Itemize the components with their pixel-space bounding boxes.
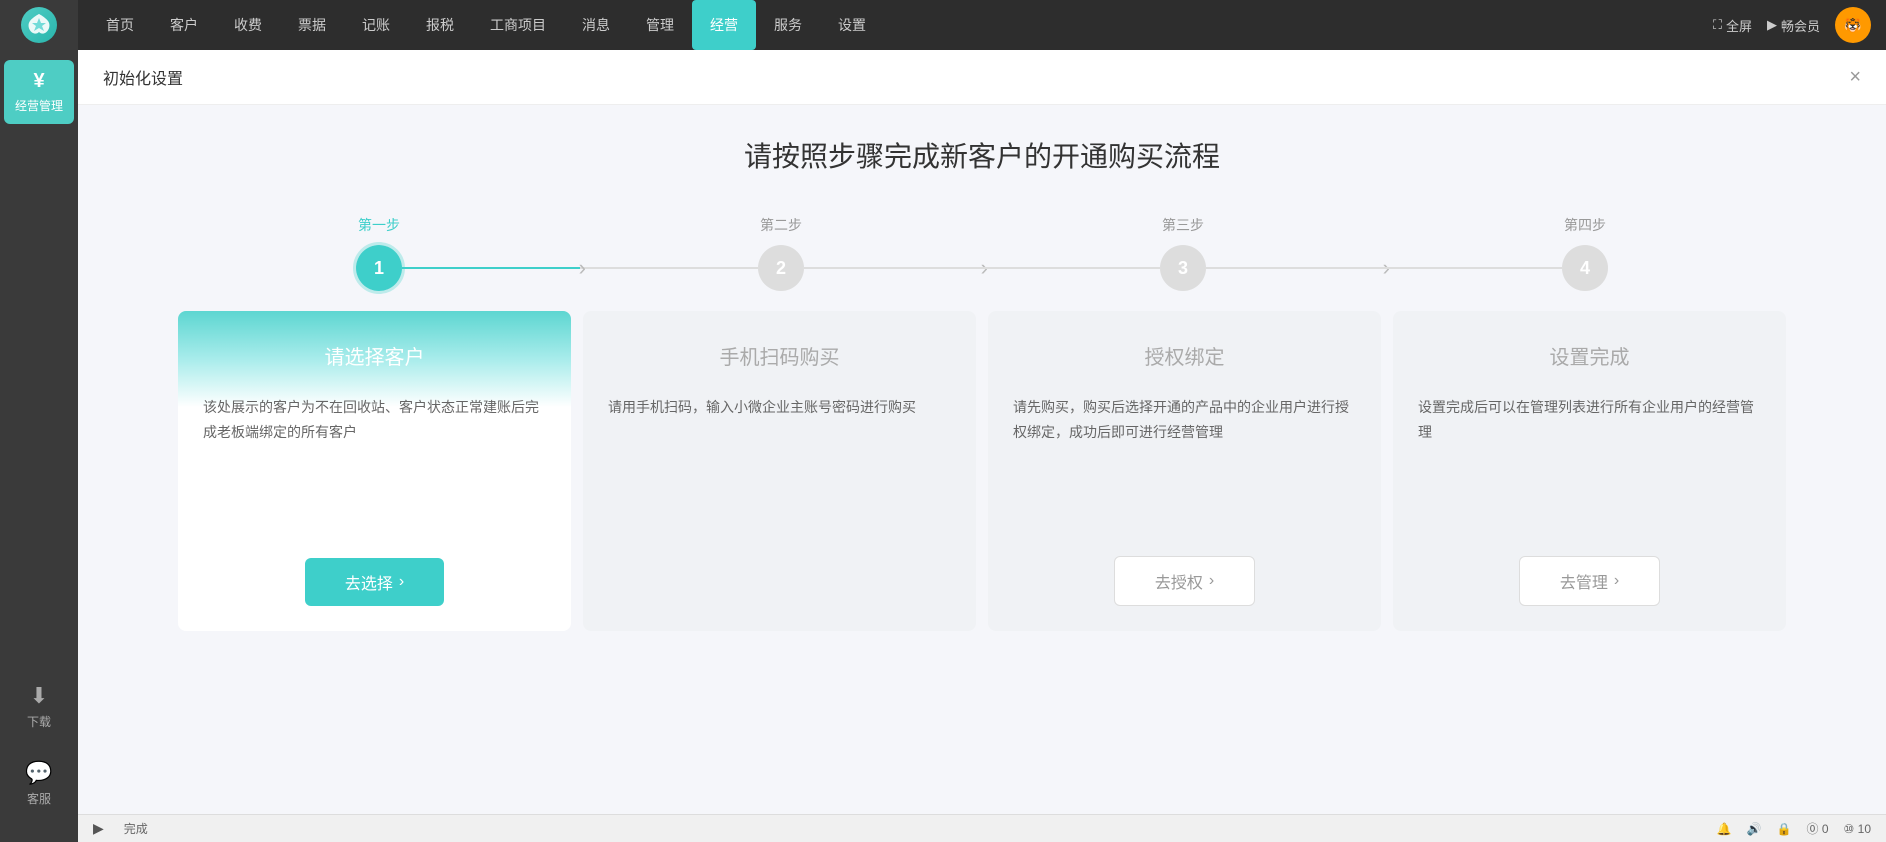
top-nav: 首页 客户 收费 票据 记账 报税 工商项目 消息 管理 经营 服务 设置 ⛶ … bbox=[0, 0, 1886, 50]
nav-message[interactable]: 消息 bbox=[564, 0, 628, 50]
nav-items: 首页 客户 收费 票据 记账 报税 工商项目 消息 管理 经营 服务 设置 bbox=[78, 0, 1713, 50]
nav-customer[interactable]: 客户 bbox=[152, 0, 216, 50]
step-header-2: 第二步 2 › bbox=[580, 215, 982, 291]
sidebar-item-support[interactable]: 💬 客服 bbox=[4, 750, 74, 817]
card-footer-4: 去管理 › bbox=[1418, 556, 1761, 606]
go-manage-label: 去管理 bbox=[1560, 569, 1608, 593]
card-footer-1: 去选择 › bbox=[203, 558, 546, 606]
card-desc-2: 请用手机扫码，输入小微企业主账号密码进行购买 bbox=[608, 395, 951, 606]
card-desc-1: 该处展示的客户为不在回收站、客户状态正常建账后完成老板端绑定的所有客户 bbox=[203, 395, 546, 538]
fullscreen-label: 全屏 bbox=[1726, 16, 1752, 35]
yen-icon: ¥ bbox=[33, 70, 44, 93]
status-bar: ▶ 完成 🔔 🔊 🔒 ⓪ 0 ⑩ 10 bbox=[78, 814, 1886, 842]
support-label: 客服 bbox=[27, 790, 51, 807]
vip-label: 畅会员 bbox=[1781, 16, 1820, 35]
sidebar-item-download[interactable]: ⬇ 下载 bbox=[4, 673, 74, 740]
step-label-4: 第四步 bbox=[1564, 215, 1606, 235]
page-header: 初始化设置 × bbox=[78, 50, 1886, 105]
card-desc-4: 设置完成后可以在管理列表进行所有企业用户的经营管理 bbox=[1418, 395, 1761, 536]
vip-icon: ▶ bbox=[1767, 17, 1777, 33]
card-title-2: 手机扫码购买 bbox=[608, 341, 951, 370]
go-select-label: 去选择 bbox=[345, 570, 393, 594]
nav-home[interactable]: 首页 bbox=[88, 0, 152, 50]
page-title: 初始化设置 bbox=[103, 65, 183, 89]
step-card-2: 手机扫码购买 请用手机扫码，输入小微企业主账号密码进行购买 bbox=[583, 311, 976, 631]
go-manage-arrow: › bbox=[1614, 572, 1619, 590]
step-card-3: 授权绑定 请先购买，购买后选择开通的产品中的企业用户进行授权绑定，成功后即可进行… bbox=[988, 311, 1381, 631]
fullscreen-icon: ⛶ bbox=[1713, 17, 1722, 33]
logo-icon bbox=[21, 7, 57, 43]
nav-ticket[interactable]: 票据 bbox=[280, 0, 344, 50]
status-text: 完成 bbox=[124, 820, 148, 837]
nav-settings[interactable]: 设置 bbox=[820, 0, 884, 50]
step-header-1: 第一步 1 › bbox=[178, 215, 580, 291]
download-icon: ⬇ bbox=[30, 683, 48, 709]
nav-manage[interactable]: 管理 bbox=[628, 0, 692, 50]
nav-account[interactable]: 记账 bbox=[344, 0, 408, 50]
lock-icon: 🔒 bbox=[1777, 822, 1792, 836]
sidebar-item-operation[interactable]: ¥ 经营管理 bbox=[4, 60, 74, 124]
steps-header: 第一步 1 › 第二步 bbox=[118, 215, 1846, 291]
card-title-3: 授权绑定 bbox=[1013, 341, 1356, 370]
go-manage-button[interactable]: 去管理 › bbox=[1519, 556, 1660, 606]
nav-service[interactable]: 服务 bbox=[756, 0, 820, 50]
step-num-3: 3 bbox=[1178, 258, 1188, 279]
counter-ten: ⑩ 10 bbox=[1844, 822, 1871, 836]
close-button[interactable]: × bbox=[1849, 67, 1861, 87]
download-label: 下载 bbox=[27, 713, 51, 730]
step-label-1: 第一步 bbox=[358, 215, 400, 235]
go-authorize-arrow: › bbox=[1209, 572, 1214, 590]
step-num-4: 4 bbox=[1580, 258, 1590, 279]
cards-row: 请选择客户 该处展示的客户为不在回收站、客户状态正常建账后完成老板端绑定的所有客… bbox=[118, 311, 1846, 631]
card-title-1: 请选择客户 bbox=[203, 341, 546, 370]
wizard-container: 请按照步骤完成新客户的开通购买流程 第一步 1 › bbox=[78, 105, 1886, 814]
wizard-title: 请按照步骤完成新客户的开通购买流程 bbox=[118, 135, 1846, 175]
nav-operation[interactable]: 经营 bbox=[692, 0, 756, 50]
go-select-arrow: › bbox=[399, 573, 404, 591]
support-icon: 💬 bbox=[25, 760, 52, 786]
go-select-button[interactable]: 去选择 › bbox=[305, 558, 444, 606]
avatar[interactable]: 🐯 bbox=[1835, 7, 1871, 43]
sidebar-label-operation: 经营管理 bbox=[15, 97, 63, 114]
card-desc-3: 请先购买，购买后选择开通的产品中的企业用户进行授权绑定，成功后即可进行经营管理 bbox=[1013, 395, 1356, 536]
step-header-4: 第四步 4 bbox=[1384, 215, 1786, 291]
fullscreen-btn[interactable]: ⛶ 全屏 bbox=[1713, 16, 1752, 35]
main-layout: ¥ 经营管理 ⬇ 下载 💬 客服 初始化设置 × 请按照步骤完成新客户的开通购买… bbox=[0, 50, 1886, 842]
avatar-icon: 🐯 bbox=[1844, 17, 1861, 34]
play-icon: ▶ bbox=[93, 820, 104, 837]
nav-tax[interactable]: 报税 bbox=[408, 0, 472, 50]
go-authorize-label: 去授权 bbox=[1155, 569, 1203, 593]
nav-fee[interactable]: 收费 bbox=[216, 0, 280, 50]
go-authorize-button[interactable]: 去授权 › bbox=[1114, 556, 1255, 606]
sidebar-bottom: ⬇ 下载 💬 客服 bbox=[4, 673, 74, 842]
logo-area bbox=[0, 0, 78, 50]
counter-zero: ⓪ 0 bbox=[1807, 820, 1829, 837]
notification-icon: 🔔 bbox=[1717, 822, 1732, 836]
vip-btn[interactable]: ▶ 畅会员 bbox=[1767, 16, 1820, 35]
sidebar: ¥ 经营管理 ⬇ 下载 💬 客服 bbox=[0, 50, 78, 842]
step-card-1: 请选择客户 该处展示的客户为不在回收站、客户状态正常建账后完成老板端绑定的所有客… bbox=[178, 311, 571, 631]
step-label-2: 第二步 bbox=[760, 215, 802, 235]
card-title-4: 设置完成 bbox=[1418, 341, 1761, 370]
step-card-4: 设置完成 设置完成后可以在管理列表进行所有企业用户的经营管理 去管理 › bbox=[1393, 311, 1786, 631]
volume-icon: 🔊 bbox=[1747, 822, 1762, 836]
step-header-3: 第三步 3 › bbox=[982, 215, 1384, 291]
nav-business[interactable]: 工商项目 bbox=[472, 0, 564, 50]
nav-right: ⛶ 全屏 ▶ 畅会员 🐯 bbox=[1713, 7, 1886, 43]
card-footer-3: 去授权 › bbox=[1013, 556, 1356, 606]
step-num-2: 2 bbox=[776, 258, 786, 279]
status-bar-right: 🔔 🔊 🔒 ⓪ 0 ⑩ 10 bbox=[1717, 820, 1871, 837]
content-area: 初始化设置 × 请按照步骤完成新客户的开通购买流程 第一步 1 bbox=[78, 50, 1886, 842]
step-label-3: 第三步 bbox=[1162, 215, 1204, 235]
